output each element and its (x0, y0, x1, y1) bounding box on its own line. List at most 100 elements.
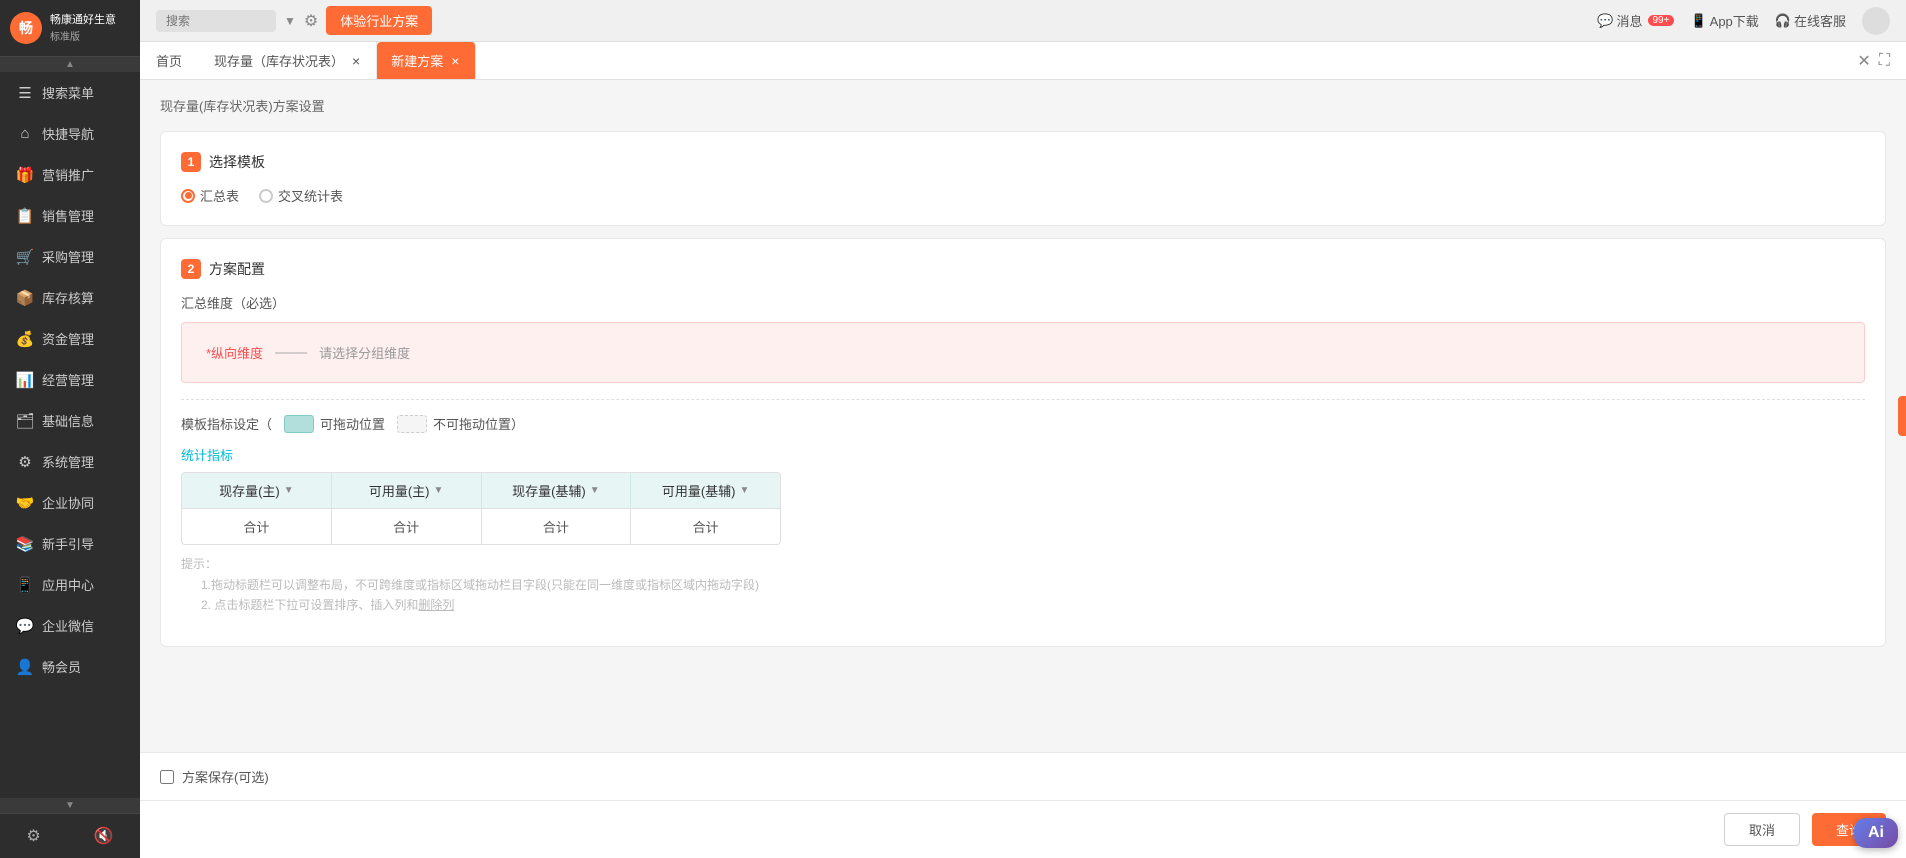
window-expand-button[interactable]: ⛶ (1879, 51, 1890, 71)
sound-btn[interactable]: 🔇 (86, 822, 122, 850)
tab-new-plan[interactable]: 新建方案 × (377, 42, 476, 79)
stat-table: 现存量(主) ▼ 可用量(主) ▼ 现存量(基辅) ▼ 可用量(基辅) (181, 472, 781, 545)
stat-table-row: 合计 合计 合计 合计 (182, 508, 780, 544)
save-label: 方案保存(可选) (182, 767, 269, 786)
col-header-3[interactable]: 可用量(基辅) ▼ (631, 473, 780, 508)
app-download-button[interactable]: 📱 App下载 (1690, 11, 1758, 30)
tab-close-active-button[interactable]: × (449, 53, 461, 69)
sidebar-item-quick-nav[interactable]: ⌂ 快捷导航 (0, 113, 140, 154)
basic-info-icon: 🗂 (16, 412, 34, 430)
window-close-button[interactable]: ✕ (1857, 51, 1870, 71)
sidebar-item-label: 采购管理 (42, 247, 94, 266)
message-icon: 💬 (1597, 13, 1613, 29)
trial-button[interactable]: 体验行业方案 (326, 6, 432, 35)
purchase-icon: 🛒 (16, 248, 34, 266)
sidebar-item-label: 资金管理 (42, 329, 94, 348)
save-checkbox[interactable] (160, 770, 174, 784)
sidebar-item-finance[interactable]: 💰 资金管理 (0, 318, 140, 359)
col-chevron-3: ▼ (740, 485, 750, 496)
action-bar: 取消 查询 (140, 800, 1906, 858)
enterprise-icon: 🤝 (16, 494, 34, 512)
user-avatar[interactable] (1862, 7, 1890, 35)
settings-btn[interactable]: ⚙ (18, 822, 48, 850)
dimension-arrow: —— (275, 344, 307, 362)
col-header-1[interactable]: 可用量(主) ▼ (332, 473, 482, 508)
sidebar-item-label: 搜索菜单 (42, 83, 94, 102)
sidebar-item-newcomer[interactable]: 📚 新手引导 (0, 523, 140, 564)
sidebar-item-enterprise[interactable]: 🤝 企业协同 (0, 482, 140, 523)
step1-card: 1 选择模板 汇总表 交叉统计表 (160, 131, 1886, 226)
sidebar-item-label: 库存核算 (42, 288, 94, 307)
indicator-label: 模板指标设定（ (181, 414, 272, 433)
step2-title: 方案配置 (209, 259, 265, 279)
radio-cross[interactable]: 交叉统计表 (259, 186, 343, 205)
app-icon: 📱 (1690, 13, 1706, 29)
online-service-button[interactable]: 🎧 在线客服 (1775, 11, 1846, 30)
step2-header: 2 方案配置 (181, 259, 1865, 279)
legend-draggable-box (284, 415, 314, 433)
cancel-button[interactable]: 取消 (1724, 813, 1800, 846)
step1-header: 1 选择模板 (181, 152, 1865, 172)
sidebar-item-search-menu[interactable]: ☰ 搜索菜单 (0, 72, 140, 113)
quick-nav-icon: ⌂ (16, 125, 34, 143)
member-icon: 👤 (16, 658, 34, 676)
app-version: 标准版 (50, 28, 116, 43)
service-label: 在线客服 (1794, 11, 1846, 30)
sidebar-item-operations[interactable]: 📊 经营管理 (0, 359, 140, 400)
radio-cross-label: 交叉统计表 (278, 186, 343, 205)
sidebar-item-label: 应用中心 (42, 575, 94, 594)
inventory-icon: 📦 (16, 289, 34, 307)
sidebar-scroll-up[interactable]: ▲ (0, 57, 140, 72)
col-header-0[interactable]: 现存量(主) ▼ (182, 473, 332, 508)
legend-nondraggable-box (397, 415, 427, 433)
tip-section: 提示： 1.拖动标题栏可以调整布局，不可跨维度或指标区域拖动栏目字段(只能在同一… (181, 545, 1865, 626)
app-label: App下载 (1710, 11, 1759, 30)
ai-float-button[interactable]: Ai (1854, 818, 1898, 848)
col-header-2[interactable]: 现存量(基辅) ▼ (482, 473, 632, 508)
tabbar: 首页 现存量（库存状况表） × 新建方案 × ✕ ⛶ (140, 42, 1906, 80)
tab-home[interactable]: 首页 (156, 42, 196, 79)
sidebar-item-app-center[interactable]: 📱 应用中心 (0, 564, 140, 605)
sidebar-item-label: 销售管理 (42, 206, 94, 225)
sidebar-item-label: 基础信息 (42, 411, 94, 430)
col-header-label-1: 可用量(主) (369, 481, 430, 500)
col-header-label-2: 现存量(基辅) (512, 481, 586, 500)
dimension-box[interactable]: *纵向维度 —— 请选择分组维度 (181, 322, 1865, 383)
indicator-label-row: 模板指标设定（ 可拖动位置 不可拖动位置） (181, 414, 1865, 433)
stat-label: 统计指标 (181, 445, 1865, 464)
tab-close-button[interactable]: × (350, 53, 362, 69)
template-radio-group: 汇总表 交叉统计表 (181, 186, 1865, 205)
col-header-label-3: 可用量(基辅) (662, 481, 736, 500)
settings-gear-icon[interactable]: ⚙ (304, 11, 318, 31)
sidebar-item-member[interactable]: 👤 畅会员 (0, 646, 140, 687)
tab-inventory-status[interactable]: 现存量（库存状况表） × (200, 42, 377, 79)
stat-table-header: 现存量(主) ▼ 可用量(主) ▼ 现存量(基辅) ▼ 可用量(基辅) (182, 473, 780, 508)
sidebar-item-marketing[interactable]: 🎁 营销推广 (0, 154, 140, 195)
app-logo: 畅 畅康通好生意 标准版 (0, 0, 140, 57)
sidebar-item-system[interactable]: ⚙ 系统管理 (0, 441, 140, 482)
sidebar-item-label: 企业协同 (42, 493, 94, 512)
wechat-icon: 💬 (16, 617, 34, 635)
topbar-left: ▼ ⚙ 体验行业方案 (156, 6, 432, 35)
message-button[interactable]: 💬 消息 99+ (1597, 11, 1674, 30)
sidebar-item-wechat[interactable]: 💬 企业微信 (0, 605, 140, 646)
tab-label: 新建方案 (391, 51, 443, 70)
sidebar-scroll-down[interactable]: ▼ (0, 798, 140, 813)
sidebar-item-basic-info[interactable]: 🗂 基础信息 (0, 400, 140, 441)
radio-summary[interactable]: 汇总表 (181, 186, 239, 205)
tip-delete-link[interactable]: 删除列 (418, 598, 454, 612)
sidebar-item-purchase[interactable]: 🛒 采购管理 (0, 236, 140, 277)
col-chevron-1: ▼ (434, 485, 444, 496)
search-dropdown-icon[interactable]: ▼ (284, 14, 296, 28)
main-area: ▼ ⚙ 体验行业方案 💬 消息 99+ 📱 App下载 🎧 在线客服 首页 现存 (140, 0, 1906, 858)
dimension-section-label: 汇总维度（必选） (181, 293, 1865, 312)
tab-label: 现存量（库存状况表） (214, 51, 344, 70)
sales-icon: 📋 (16, 207, 34, 225)
topbar: ▼ ⚙ 体验行业方案 💬 消息 99+ 📱 App下载 🎧 在线客服 (140, 0, 1906, 42)
search-input[interactable] (156, 10, 276, 32)
search-menu-icon: ☰ (16, 84, 34, 102)
sidebar-item-inventory[interactable]: 📦 库存核算 (0, 277, 140, 318)
col-cell-0: 合计 (182, 509, 332, 544)
topbar-right: 💬 消息 99+ 📱 App下载 🎧 在线客服 (1597, 7, 1890, 35)
sidebar-item-sales[interactable]: 📋 销售管理 (0, 195, 140, 236)
